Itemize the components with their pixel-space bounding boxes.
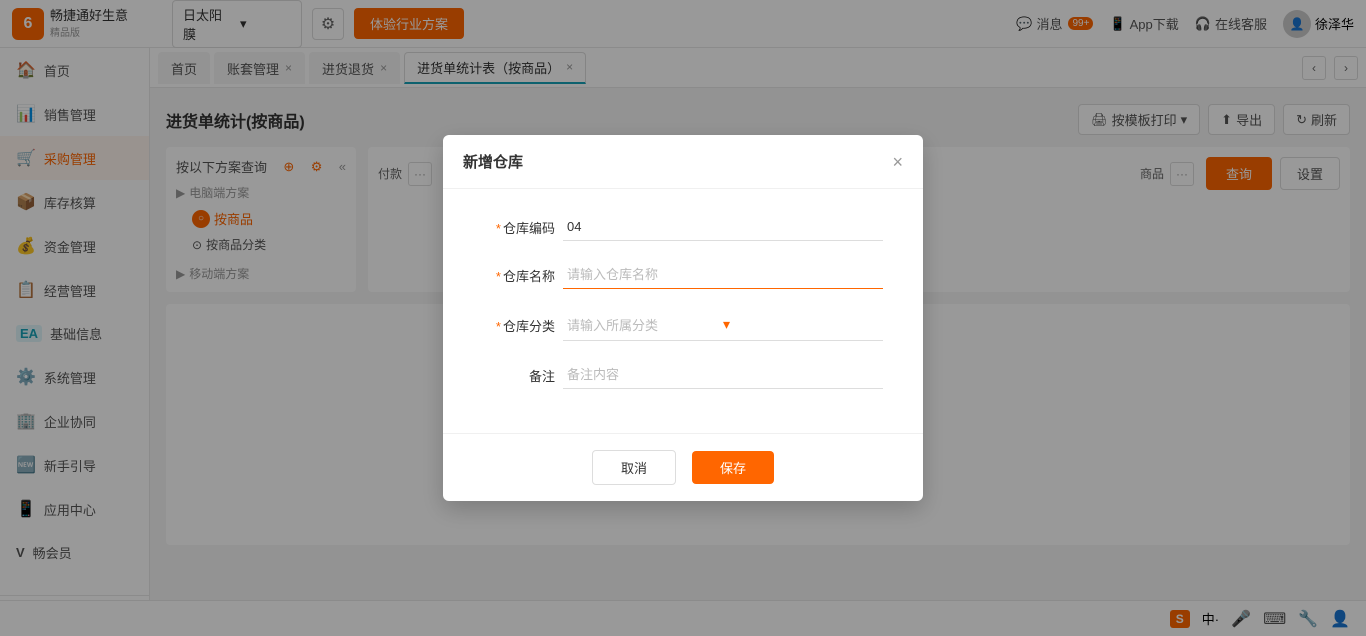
warehouse-category-row: 仓库分类 请输入所属分类 ▾ xyxy=(483,309,883,341)
warehouse-category-select[interactable]: 请输入所属分类 ▾ xyxy=(563,309,883,341)
modal-footer: 取消 保存 xyxy=(443,433,923,501)
modal-title: 新增仓库 xyxy=(463,151,523,172)
warehouse-note-input[interactable] xyxy=(563,361,883,389)
warehouse-code-row: 仓库编码 xyxy=(483,213,883,241)
add-warehouse-modal: 新增仓库 × 仓库编码 仓库名称 仓库分类 请输入所属分类 ▾ xyxy=(443,135,923,501)
modal-close-button[interactable]: × xyxy=(892,153,903,171)
warehouse-note-label: 备注 xyxy=(483,366,563,385)
warehouse-code-input[interactable] xyxy=(563,213,883,241)
modal-header: 新增仓库 × xyxy=(443,135,923,189)
warehouse-code-label: 仓库编码 xyxy=(483,218,563,237)
category-dropdown-icon: ▾ xyxy=(723,316,879,333)
cancel-button[interactable]: 取消 xyxy=(592,450,676,485)
warehouse-category-label: 仓库分类 xyxy=(483,316,563,335)
warehouse-name-row: 仓库名称 xyxy=(483,261,883,289)
save-button[interactable]: 保存 xyxy=(692,451,774,484)
warehouse-note-row: 备注 xyxy=(483,361,883,389)
warehouse-category-placeholder: 请输入所属分类 xyxy=(567,315,723,334)
warehouse-name-input[interactable] xyxy=(563,261,883,289)
modal-overlay[interactable]: 新增仓库 × 仓库编码 仓库名称 仓库分类 请输入所属分类 ▾ xyxy=(0,0,1366,636)
warehouse-name-label: 仓库名称 xyxy=(483,266,563,285)
modal-body: 仓库编码 仓库名称 仓库分类 请输入所属分类 ▾ 备注 xyxy=(443,189,923,433)
